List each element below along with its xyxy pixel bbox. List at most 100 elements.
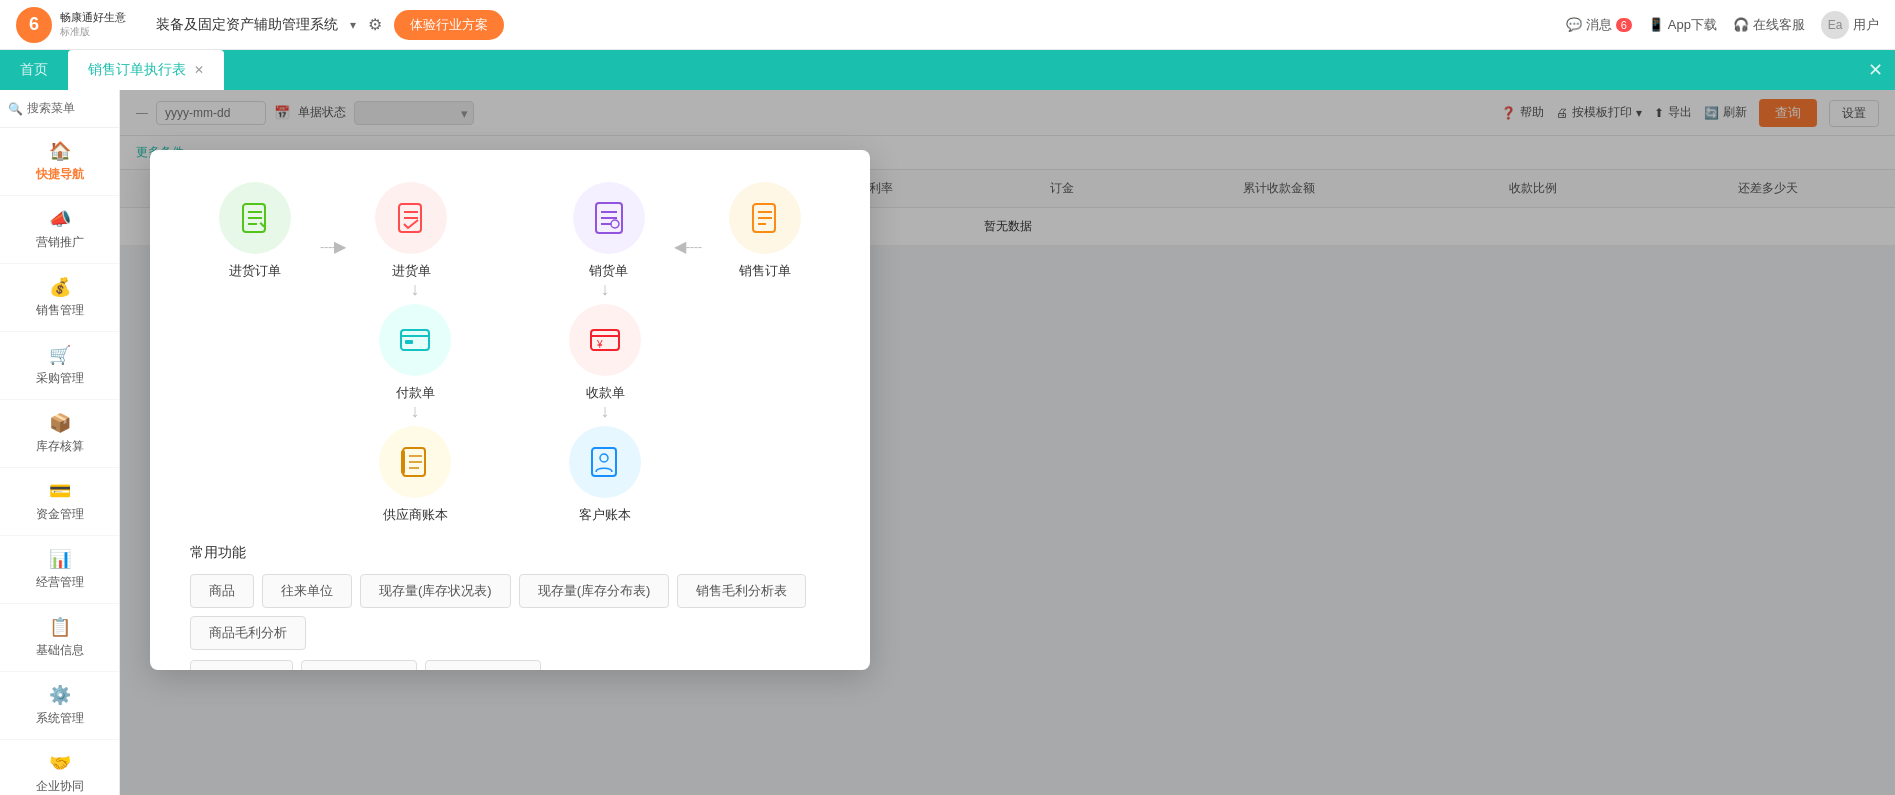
modal-content: 进货订单 - - - - ▶ 进货单 bbox=[150, 150, 870, 670]
logo-icon: 6 bbox=[16, 7, 52, 43]
sidebar-item-basic-info[interactable]: 📋 基础信息 bbox=[0, 604, 119, 672]
app-download-button[interactable]: 📱 App下载 bbox=[1648, 16, 1717, 34]
sidebar-label-finance: 资金管理 bbox=[36, 506, 84, 523]
sidebar-label-purchase: 采购管理 bbox=[36, 370, 84, 387]
payment-circle[interactable] bbox=[379, 304, 451, 376]
svg-rect-18 bbox=[405, 340, 413, 344]
search-icon: 🔍 bbox=[8, 102, 23, 116]
logo-subtext: 标准版 bbox=[60, 25, 126, 39]
sale-bill-circle[interactable] bbox=[573, 182, 645, 254]
common-functions-title: 常用功能 bbox=[190, 544, 830, 562]
sidebar-item-quick-nav[interactable]: 🏠 快捷导航 bbox=[0, 128, 119, 196]
func-btn-stock-dist[interactable]: 现存量(库存分布表) bbox=[519, 574, 670, 608]
receipt-circle[interactable]: ¥ bbox=[569, 304, 641, 376]
sidebar-item-purchase[interactable]: 🛒 采购管理 bbox=[0, 332, 119, 400]
main-layout: 🔍 搜索菜单 🏠 快捷导航 📣 营销推广 💰 销售管理 🛒 采购管理 📦 库存核… bbox=[0, 90, 1895, 795]
sidebar-label-inventory: 库存核算 bbox=[36, 438, 84, 455]
customer-ledger-circle[interactable] bbox=[569, 426, 641, 498]
avatar-text: Ea bbox=[1828, 18, 1843, 32]
func-btn-product-gross[interactable]: 商品毛利分析 bbox=[190, 616, 306, 650]
message-button[interactable]: 💬 消息 6 bbox=[1566, 16, 1632, 34]
trial-button[interactable]: 体验行业方案 bbox=[394, 10, 504, 40]
sidebar-item-operation[interactable]: 📊 经营管理 bbox=[0, 536, 119, 604]
sidebar-item-sales[interactable]: 💰 销售管理 bbox=[0, 264, 119, 332]
logo-area: 6 畅康通好生意 标准版 bbox=[16, 7, 136, 43]
tab-close-icon[interactable]: ✕ bbox=[194, 63, 204, 77]
flow-item-purchase-bill[interactable]: 进货单 bbox=[346, 182, 476, 280]
tab-close-all-button[interactable]: ✕ bbox=[1868, 59, 1883, 81]
receipt-label: 收款单 bbox=[586, 384, 625, 402]
sidebar-item-collab[interactable]: 🤝 企业协同 bbox=[0, 740, 119, 795]
system-title: 装备及固定资产辅助管理系统 bbox=[156, 16, 338, 34]
sale-order-label: 销售订单 bbox=[739, 262, 791, 280]
svg-rect-23 bbox=[401, 450, 405, 474]
purchase-order-label: 进货订单 bbox=[229, 262, 281, 280]
settings-button[interactable]: ⚙ bbox=[368, 15, 382, 34]
sales-icon: 💰 bbox=[49, 276, 71, 298]
flow-item-purchase-order[interactable]: 进货订单 bbox=[190, 182, 320, 280]
content-area: — 📅 单据状态 ▾ ❓ 帮助 🖨 按模板打印 bbox=[120, 90, 1895, 795]
modal-overlay[interactable]: 进货订单 - - - - ▶ 进货单 bbox=[120, 90, 1895, 795]
online-service-button[interactable]: 🎧 在线客服 bbox=[1733, 16, 1805, 34]
purchase-icon: 🛒 bbox=[49, 344, 71, 366]
func-btn-partner[interactable]: 往来单位 bbox=[262, 574, 352, 608]
customer-ledger-label: 客户账本 bbox=[579, 506, 631, 524]
home-icon: 🏠 bbox=[49, 140, 71, 162]
sidebar-label-collab: 企业协同 bbox=[36, 778, 84, 795]
sidebar-label-quick-nav: 快捷导航 bbox=[36, 166, 84, 183]
svg-text:¥: ¥ bbox=[596, 339, 603, 350]
sidebar-item-system[interactable]: ⚙️ 系统管理 bbox=[0, 672, 119, 740]
flow-item-customer-ledger[interactable]: 客户账本 bbox=[569, 426, 641, 524]
tab-sales-exec[interactable]: 销售订单执行表 ✕ bbox=[68, 50, 224, 90]
sidebar-label-system: 系统管理 bbox=[36, 710, 84, 727]
func-btn-payment-stat[interactable]: 付款情况统计 bbox=[425, 660, 541, 670]
flow-item-supplier-ledger[interactable]: 供应商账本 bbox=[379, 426, 451, 524]
system-dropdown-button[interactable]: ▾ bbox=[350, 18, 356, 32]
online-service-label: 在线客服 bbox=[1753, 16, 1805, 34]
inventory-icon: 📦 bbox=[49, 412, 71, 434]
func-btn-receipt-stat[interactable]: 收款情况统计 bbox=[301, 660, 417, 670]
download-icon: 📱 bbox=[1648, 17, 1664, 32]
sidebar-item-finance[interactable]: 💳 资金管理 bbox=[0, 468, 119, 536]
func-grid-2: 销售排行榜 收款情况统计 付款情况统计 bbox=[190, 660, 830, 670]
sidebar-item-inventory[interactable]: 📦 库存核算 bbox=[0, 400, 119, 468]
header-right: 💬 消息 6 📱 App下载 🎧 在线客服 Ea 用户 bbox=[1566, 11, 1879, 39]
logo-text: 畅康通好生意 bbox=[60, 10, 126, 24]
sidebar-item-marketing[interactable]: 📣 营销推广 bbox=[0, 196, 119, 264]
operation-icon: 📊 bbox=[49, 548, 71, 570]
tab-sales-exec-label: 销售订单执行表 bbox=[88, 61, 186, 79]
purchase-bill-circle[interactable] bbox=[375, 182, 447, 254]
sidebar-label-basic-info: 基础信息 bbox=[36, 642, 84, 659]
supplier-ledger-label: 供应商账本 bbox=[383, 506, 448, 524]
sidebar: 🔍 搜索菜单 🏠 快捷导航 📣 营销推广 💰 销售管理 🛒 采购管理 📦 库存核… bbox=[0, 90, 120, 795]
sidebar-search[interactable]: 🔍 搜索菜单 bbox=[0, 90, 119, 128]
func-btn-sales-rank[interactable]: 销售排行榜 bbox=[190, 660, 293, 670]
common-functions-section: 常用功能 商品 往来单位 现存量(库存状况表) 现存量(库存分布表) 销售毛利分… bbox=[190, 544, 830, 670]
finance-icon: 💳 bbox=[49, 480, 71, 502]
flow-item-payment[interactable]: 付款单 bbox=[379, 304, 451, 402]
flow-item-sale-bill[interactable]: 销货单 bbox=[544, 182, 674, 280]
svg-rect-16 bbox=[401, 330, 429, 350]
flow-item-sale-order[interactable]: 销售订单 bbox=[700, 182, 830, 280]
func-btn-sales-gross[interactable]: 销售毛利分析表 bbox=[677, 574, 806, 608]
collab-icon: 🤝 bbox=[49, 752, 71, 774]
message-label: 消息 bbox=[1586, 16, 1612, 34]
purchase-order-circle[interactable] bbox=[219, 182, 291, 254]
service-icon: 🎧 bbox=[1733, 17, 1749, 32]
top-header: 6 畅康通好生意 标准版 装备及固定资产辅助管理系统 ▾ ⚙ 体验行业方案 💬 … bbox=[0, 0, 1895, 50]
func-btn-stock-status[interactable]: 现存量(库存状况表) bbox=[360, 574, 511, 608]
basic-info-icon: 📋 bbox=[49, 616, 71, 638]
svg-point-28 bbox=[600, 454, 608, 462]
sale-order-circle[interactable] bbox=[729, 182, 801, 254]
func-grid-1: 商品 往来单位 现存量(库存状况表) 现存量(库存分布表) 销售毛利分析表 商品… bbox=[190, 574, 830, 650]
flow-item-receipt[interactable]: ¥ 收款单 bbox=[569, 304, 641, 402]
tab-bar: 首页 销售订单执行表 ✕ ✕ bbox=[0, 50, 1895, 90]
message-icon: 💬 bbox=[1566, 17, 1582, 32]
payment-label: 付款单 bbox=[396, 384, 435, 402]
tab-home[interactable]: 首页 bbox=[0, 50, 68, 90]
supplier-ledger-circle[interactable] bbox=[379, 426, 451, 498]
func-btn-product[interactable]: 商品 bbox=[190, 574, 254, 608]
user-menu[interactable]: Ea 用户 bbox=[1821, 11, 1879, 39]
sidebar-label-sales: 销售管理 bbox=[36, 302, 84, 319]
sidebar-label-operation: 经营管理 bbox=[36, 574, 84, 591]
